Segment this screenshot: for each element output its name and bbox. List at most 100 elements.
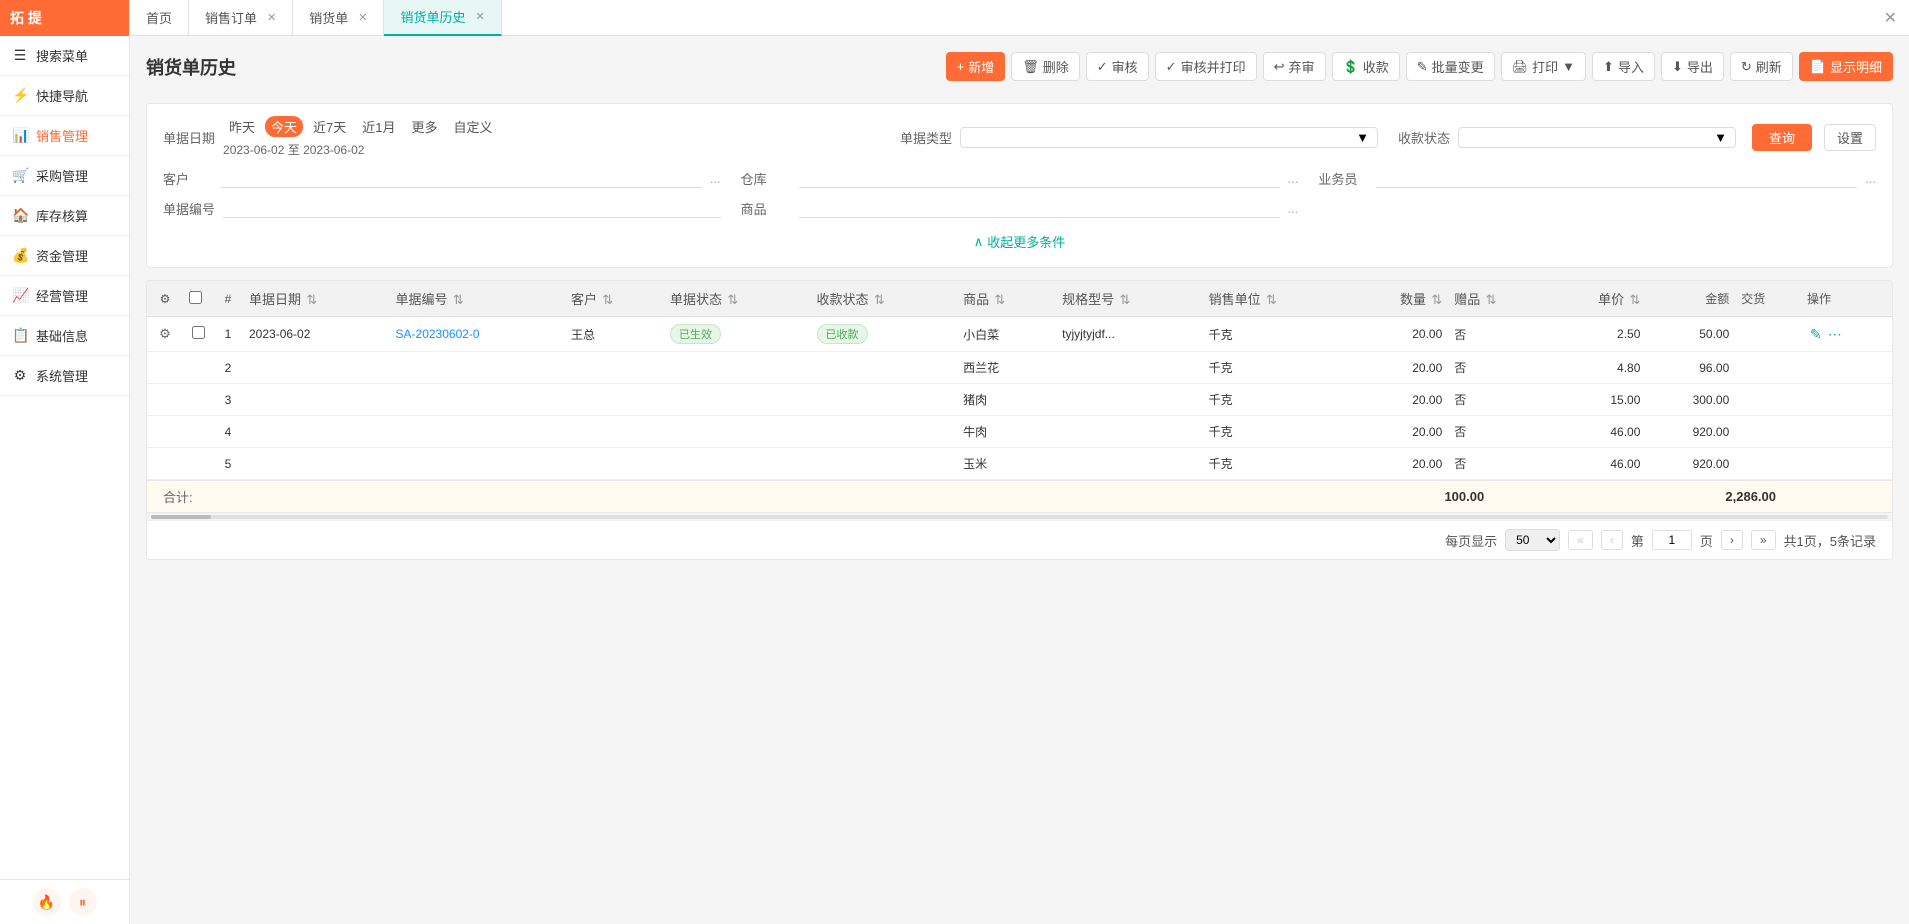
warehouse-input[interactable] [799,168,1280,188]
tab-home[interactable]: 首页 [130,0,189,36]
col-qty[interactable]: 数量 ⇅ [1349,281,1448,317]
sidebar-item-system-mgmt[interactable]: ⚙ 系统管理 [0,356,129,396]
date-pill-more[interactable]: 更多 [406,116,444,137]
audit-button[interactable]: ✓ 审核 [1086,52,1149,81]
col-price[interactable]: 单价 ⇅ [1547,281,1646,317]
tab-sales-order-close[interactable]: ✕ [267,11,276,24]
prev-page-button[interactable]: ‹ [1601,530,1623,550]
page-number-input[interactable] [1652,530,1692,550]
sidebar-pause-button[interactable]: ⏸ [69,888,97,916]
export-button[interactable]: ⬇ 导出 [1661,52,1724,81]
per-page-label: 每页显示 [1445,531,1497,550]
sidebar-item-search-menu[interactable]: ☰ 搜索菜单 [0,36,129,76]
first-page-button[interactable]: « [1568,530,1593,550]
goods-input[interactable] [799,198,1280,218]
col-goods[interactable]: 商品 ⇅ [957,281,1056,317]
pay-status-dropdown-icon: ▼ [1714,130,1727,145]
row-gear-1[interactable] [147,352,183,384]
row-doc-no-0[interactable]: SA-20230602-0 [390,317,565,352]
table-row: 4 牛肉 千克 20.00 否 46.00 920.00 [147,416,1892,448]
col-pay-status[interactable]: 收款状态 ⇅ [811,281,958,317]
customer-input[interactable] [221,168,702,188]
tab-sales-goods[interactable]: 销货单 ✕ [293,0,384,36]
warehouse-dots[interactable]: ... [1288,171,1299,186]
new-button[interactable]: + 新增 [946,52,1006,81]
col-doc-status[interactable]: 单据状态 ⇅ [664,281,811,317]
col-gift[interactable]: 赠品 ⇅ [1448,281,1547,317]
col-gear[interactable]: ⚙ [147,281,183,317]
sales-mgmt-icon: 📊 [12,127,28,144]
show-detail-icon: 📄 [1810,59,1826,75]
refresh-button[interactable]: ↻ 刷新 [1730,52,1793,81]
batch-change-button[interactable]: ✎ 批量变更 [1406,52,1495,81]
doc-no-input[interactable] [223,198,721,218]
col-customer[interactable]: 客户 ⇅ [565,281,664,317]
sidebar-item-quick-nav[interactable]: ⚡ 快捷导航 [0,76,129,116]
date-pill-1month[interactable]: 近1月 [356,116,401,137]
tab-sales-order[interactable]: 销售订单 ✕ [189,0,293,36]
abandon-button[interactable]: ↩ 弃审 [1263,52,1326,81]
customer-dots[interactable]: ... [710,171,721,186]
select-all-checkbox[interactable] [189,291,202,304]
sidebar-fire-button[interactable]: 🔥 [33,888,61,916]
date-pill-today[interactable]: 今天 [265,116,303,137]
collect-button[interactable]: 💲 收款 [1332,52,1400,81]
row-doc-status-2 [664,384,811,416]
sidebar-item-inventory[interactable]: 🏠 库存核算 [0,196,129,236]
next-page-button[interactable]: › [1721,530,1743,550]
import-button[interactable]: ⬆ 导入 [1592,52,1655,81]
pay-status-select[interactable]: ▼ [1458,127,1736,148]
row-checkbox-2[interactable] [183,384,213,416]
tab-sales-goods-label: 销货单 [309,8,348,27]
row-gear-0[interactable]: ⚙ [147,317,183,352]
row-checkbox-0[interactable] [183,317,213,352]
doc-type-select[interactable]: ▼ [960,127,1378,148]
tab-sales-history-close[interactable]: ✕ [476,10,485,23]
col-unit[interactable]: 销售单位 ⇅ [1203,281,1350,317]
row-checkbox-3[interactable] [183,416,213,448]
print-button[interactable]: 🖨 打印 ▼ [1501,52,1586,81]
last-page-button[interactable]: » [1751,530,1776,550]
table-scrollbar[interactable] [147,512,1892,520]
sidebar-item-purchase-mgmt[interactable]: 🛒 采购管理 [0,156,129,196]
edit-action-0[interactable]: ✎ [1810,326,1822,342]
row-gift-0: 否 [1448,317,1547,352]
date-pill-7days[interactable]: 近7天 [307,116,352,137]
salesperson-input[interactable] [1376,168,1857,188]
tab-sales-goods-close[interactable]: ✕ [358,11,367,24]
sidebar-item-operation[interactable]: 📈 经营管理 [0,276,129,316]
audit-print-button[interactable]: ✓ 审核并打印 [1155,52,1257,81]
row-doc-no-3[interactable] [390,416,565,448]
tab-sales-history[interactable]: 销货单历史 ✕ [384,0,501,36]
col-spec[interactable]: 规格型号 ⇅ [1056,281,1203,317]
query-button[interactable]: 查询 [1752,124,1812,151]
more-action-0[interactable]: ⋯ [1828,326,1842,342]
salesperson-dots[interactable]: ... [1865,171,1876,186]
sidebar-item-basic-info[interactable]: 📋 基础信息 [0,316,129,356]
settings-button[interactable]: 设置 [1824,124,1876,151]
row-gear-icon[interactable]: ⚙ [159,326,171,341]
col-doc-date[interactable]: 单据日期 ⇅ [243,281,390,317]
collapse-button[interactable]: ∧ 收起更多条件 [970,228,1070,255]
row-gear-2[interactable] [147,384,183,416]
goods-dots[interactable]: ... [1288,201,1299,216]
sidebar-item-finance[interactable]: 💰 资金管理 [0,236,129,276]
tab-close-all-button[interactable]: ✕ [1872,8,1909,28]
row-checkbox-1[interactable] [183,352,213,384]
delete-button[interactable]: 🗑 删除 [1011,52,1080,81]
date-pill-yesterday[interactable]: 昨天 [223,116,261,137]
row-check[interactable] [192,326,205,339]
row-gear-4[interactable] [147,448,183,480]
row-doc-no-2[interactable] [390,384,565,416]
per-page-select[interactable]: 50 100 200 [1505,529,1560,551]
show-detail-button[interactable]: 📄 显示明细 [1799,52,1893,81]
date-pill-custom[interactable]: 自定义 [448,116,499,137]
collect-label: 收款 [1363,57,1389,76]
col-doc-no[interactable]: 单据编号 ⇅ [390,281,565,317]
row-gear-3[interactable] [147,416,183,448]
sidebar-item-sales-mgmt[interactable]: 📊 销售管理 [0,116,129,156]
col-checkbox[interactable] [183,281,213,317]
row-doc-no-1[interactable] [390,352,565,384]
row-doc-no-4[interactable] [390,448,565,480]
row-checkbox-4[interactable] [183,448,213,480]
